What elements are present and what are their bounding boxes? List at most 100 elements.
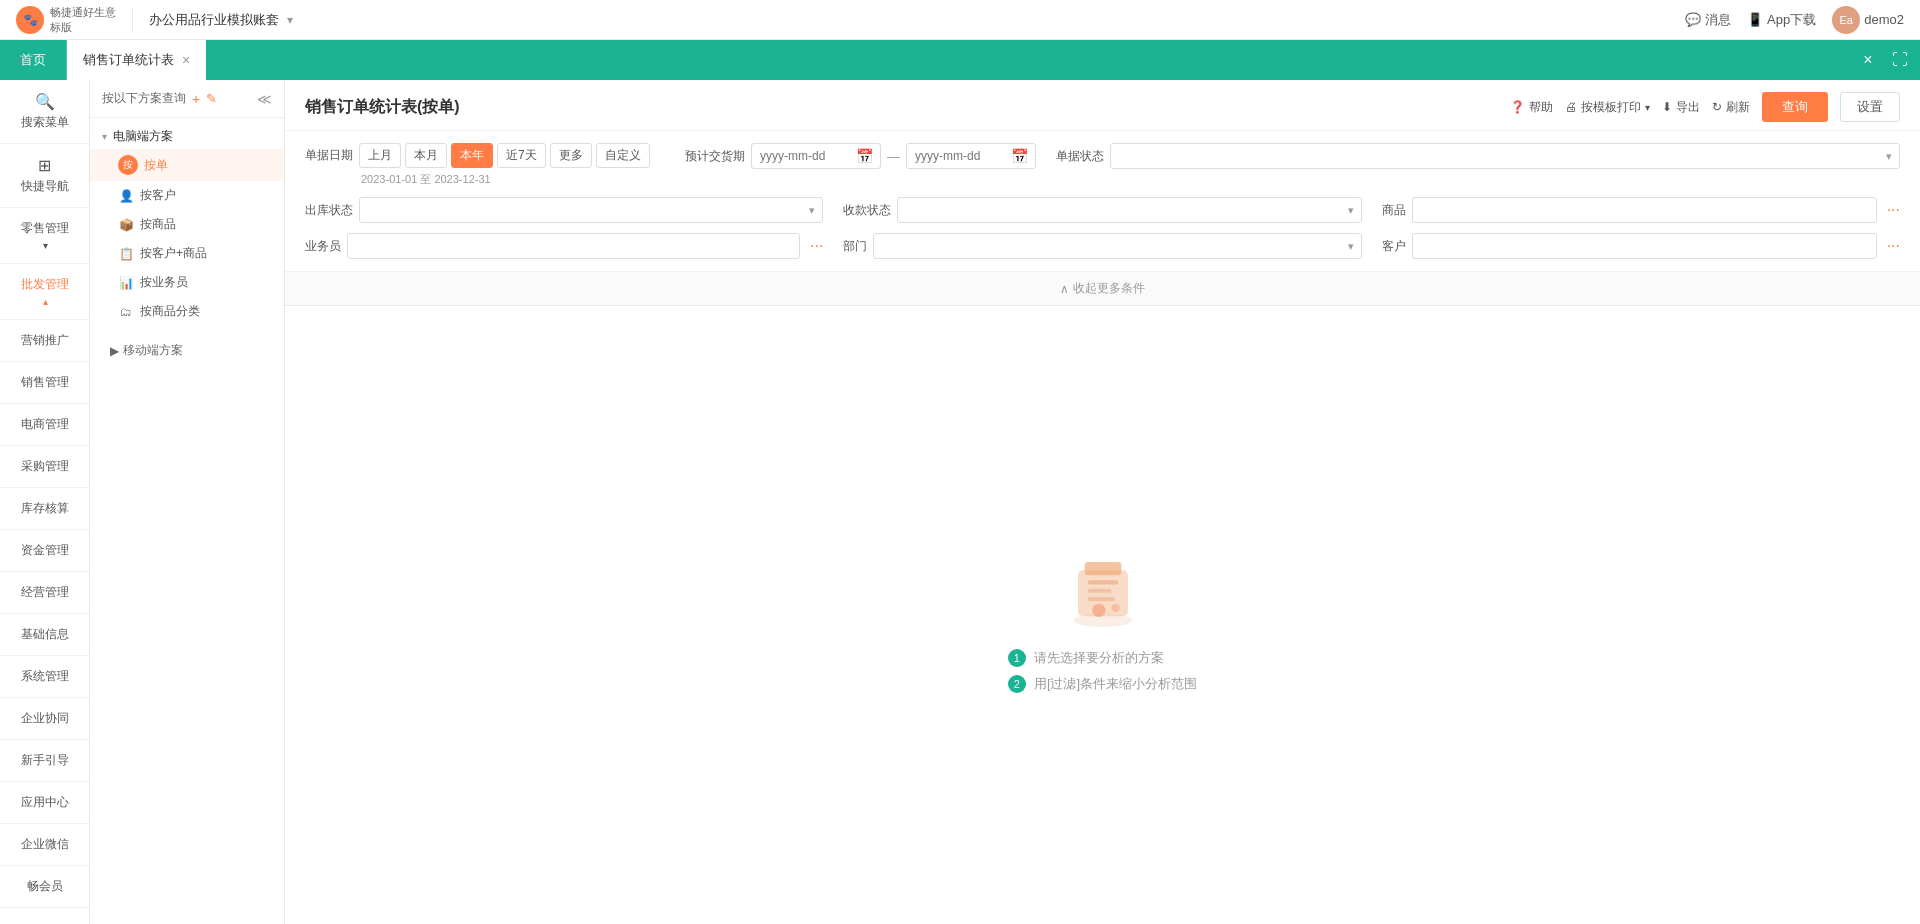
sidebar-item-quick-nav[interactable]: ⊞ 快捷导航 [0,144,89,208]
date-label: 单据日期 [305,147,353,164]
svg-rect-3 [1088,580,1118,584]
preset-custom[interactable]: 自定义 [596,143,650,168]
scheme-by-goods[interactable]: 📦 按商品 [90,210,284,239]
salesperson-more-icon[interactable]: ··· [810,237,823,255]
pc-section: ▾ 电脑端方案 按 按单 👤 按客户 📦 按商品 📋 按客户+商品 [90,118,284,332]
empty-tip-1: 1 请先选择要分析的方案 [1008,649,1197,667]
goods-label: 商品 [1382,202,1406,219]
content-area: 按以下方案查询 + ✎ ≪ ▾ 电脑端方案 按 按单 👤 按客户 [90,80,1920,924]
payment-select[interactable] [897,197,1361,223]
svg-point-6 [1092,604,1105,617]
payment-label: 收款状态 [843,202,891,219]
preset-last-month[interactable]: 上月 [359,143,401,168]
query-button[interactable]: 查询 [1762,92,1828,122]
goods-more-icon[interactable]: ··· [1887,201,1900,219]
add-scheme-icon[interactable]: + [192,91,200,107]
sidebar-item-retail[interactable]: 零售管理 ▾ [0,208,89,264]
sidebar-item-inventory[interactable]: 库存核算 [0,488,89,530]
sidebar-item-wechat[interactable]: 企业微信 [0,824,89,866]
sidebar-item-ecommerce[interactable]: 电商管理 [0,404,89,446]
expected-date-end-input[interactable] [906,143,1036,169]
expected-date-label: 预计交货期 [685,148,745,165]
empty-illustration [1053,537,1153,637]
sidebar-item-finance[interactable]: 资金管理 [0,530,89,572]
mobile-group[interactable]: ▶ 移动端方案 [90,338,284,363]
preset-7days[interactable]: 近7天 [497,143,546,168]
tab-bar: 首页 销售订单统计表 × × ⛶ [0,40,1920,80]
sidebar-item-app-center[interactable]: 应用中心 [0,782,89,824]
preset-more[interactable]: 更多 [550,143,592,168]
sidebar-item-sales[interactable]: 销售管理 [0,362,89,404]
print-button[interactable]: 🖨 按模板打印 ▾ [1565,99,1650,116]
customer-more-icon[interactable]: ··· [1887,237,1900,255]
sidebar-item-system[interactable]: 系统管理 [0,656,89,698]
collapse-panel-icon[interactable]: ≪ [257,91,272,107]
status-select[interactable] [1110,143,1900,169]
help-button[interactable]: ❓ 帮助 [1510,99,1553,116]
main-layout: 🔍 搜索菜单 ⊞ 快捷导航 零售管理 ▾ 批发管理 ▴ 营销推广 销售管理 电商… [0,80,1920,924]
preset-this-year[interactable]: 本年 [451,143,493,168]
date-dash: — [887,149,900,164]
refresh-icon: ↻ [1712,100,1722,114]
edit-scheme-icon[interactable]: ✎ [206,91,217,106]
expected-date-start: 📅 [751,143,881,169]
print-icon: 🖨 [1565,100,1577,114]
scheme-by-staff[interactable]: 📊 按业务员 [90,268,284,297]
scheme-by-category[interactable]: 🗂 按商品分类 [90,297,284,326]
date-presets: 上月 本月 本年 近7天 更多 自定义 [359,143,650,168]
sidebar-item-purchase[interactable]: 采购管理 [0,446,89,488]
delivery-select[interactable] [359,197,823,223]
expected-date-end: 📅 [906,143,1036,169]
settings-button[interactable]: 设置 [1840,92,1900,122]
scheme-by-order[interactable]: 按 按单 [90,149,284,181]
tab-home[interactable]: 首页 [0,40,67,80]
collapse-bar[interactable]: ∧ 收起更多条件 [285,272,1920,306]
top-bar-left: 🐾 畅捷通好生意 标版 办公用品行业模拟账套 ▾ [16,5,293,34]
sidebar-item-marketing[interactable]: 营销推广 [0,320,89,362]
export-button[interactable]: ⬇ 导出 [1662,99,1700,116]
sidebar-item-guide[interactable]: 新手引导 [0,740,89,782]
customer-input[interactable] [1412,233,1877,259]
app-download-button[interactable]: 📱 App下载 [1747,11,1816,29]
tab-close-icon[interactable]: × [182,52,190,68]
collapse-button[interactable]: ∧ 收起更多条件 [1060,280,1145,297]
sidebar-item-operations[interactable]: 经营管理 [0,572,89,614]
preset-this-month[interactable]: 本月 [405,143,447,168]
refresh-button[interactable]: ↻ 刷新 [1712,99,1750,116]
tab-active[interactable]: 销售订单统计表 × [67,40,206,80]
workspace-selector[interactable]: 办公用品行业模拟账套 ▾ [149,11,293,29]
chevron-up-icon: ▴ [43,296,48,307]
message-button[interactable]: 💬 消息 [1685,11,1731,29]
collapse-chevron-icon: ∧ [1060,282,1069,296]
goods-input[interactable] [1412,197,1877,223]
active-dot: 按 [118,155,138,175]
dept-select[interactable] [873,233,1361,259]
expected-date-start-input[interactable] [751,143,881,169]
window-maximize-button[interactable]: ⛶ [1888,48,1912,72]
app-logo-text: 畅捷通好生意 标版 [50,5,116,34]
customer-label: 客户 [1382,238,1406,255]
mobile-section: ▶ 移动端方案 [90,332,284,369]
tab-bar-actions: × ⛶ [1856,48,1920,72]
scheme-by-cust-goods[interactable]: 📋 按客户+商品 [90,239,284,268]
pc-group[interactable]: ▾ 电脑端方案 [90,124,284,149]
filter-area: 单据日期 上月 本月 本年 近7天 更多 自定义 2023-01-01 至 20… [285,131,1920,272]
window-close-button[interactable]: × [1856,48,1880,72]
salesperson-input[interactable] [347,233,800,259]
sidebar-item-member[interactable]: 畅会员 [0,866,89,908]
sidebar-item-basic[interactable]: 基础信息 [0,614,89,656]
sidebar-item-corp[interactable]: 企业协同 [0,698,89,740]
sidebar-item-wholesale[interactable]: 批发管理 ▴ [0,264,89,320]
status-label: 单据状态 [1056,148,1104,165]
left-panel-title: 按以下方案查询 [102,90,186,107]
customer-scheme-icon: 👤 [118,188,134,204]
scheme-by-customer[interactable]: 👤 按客户 [90,181,284,210]
print-arrow-icon: ▾ [1645,102,1650,113]
page-actions: ❓ 帮助 🖨 按模板打印 ▾ ⬇ 导出 ↻ 刷新 [1510,92,1900,122]
delivery-label: 出库状态 [305,202,353,219]
sidebar-item-search[interactable]: 🔍 搜索菜单 [0,80,89,144]
dept-label: 部门 [843,238,867,255]
user-profile[interactable]: Ea demo2 [1832,6,1904,34]
grid-icon: ⊞ [38,156,51,175]
empty-tips: 1 请先选择要分析的方案 2 用[过滤]条件来缩小分析范围 [1008,649,1197,693]
